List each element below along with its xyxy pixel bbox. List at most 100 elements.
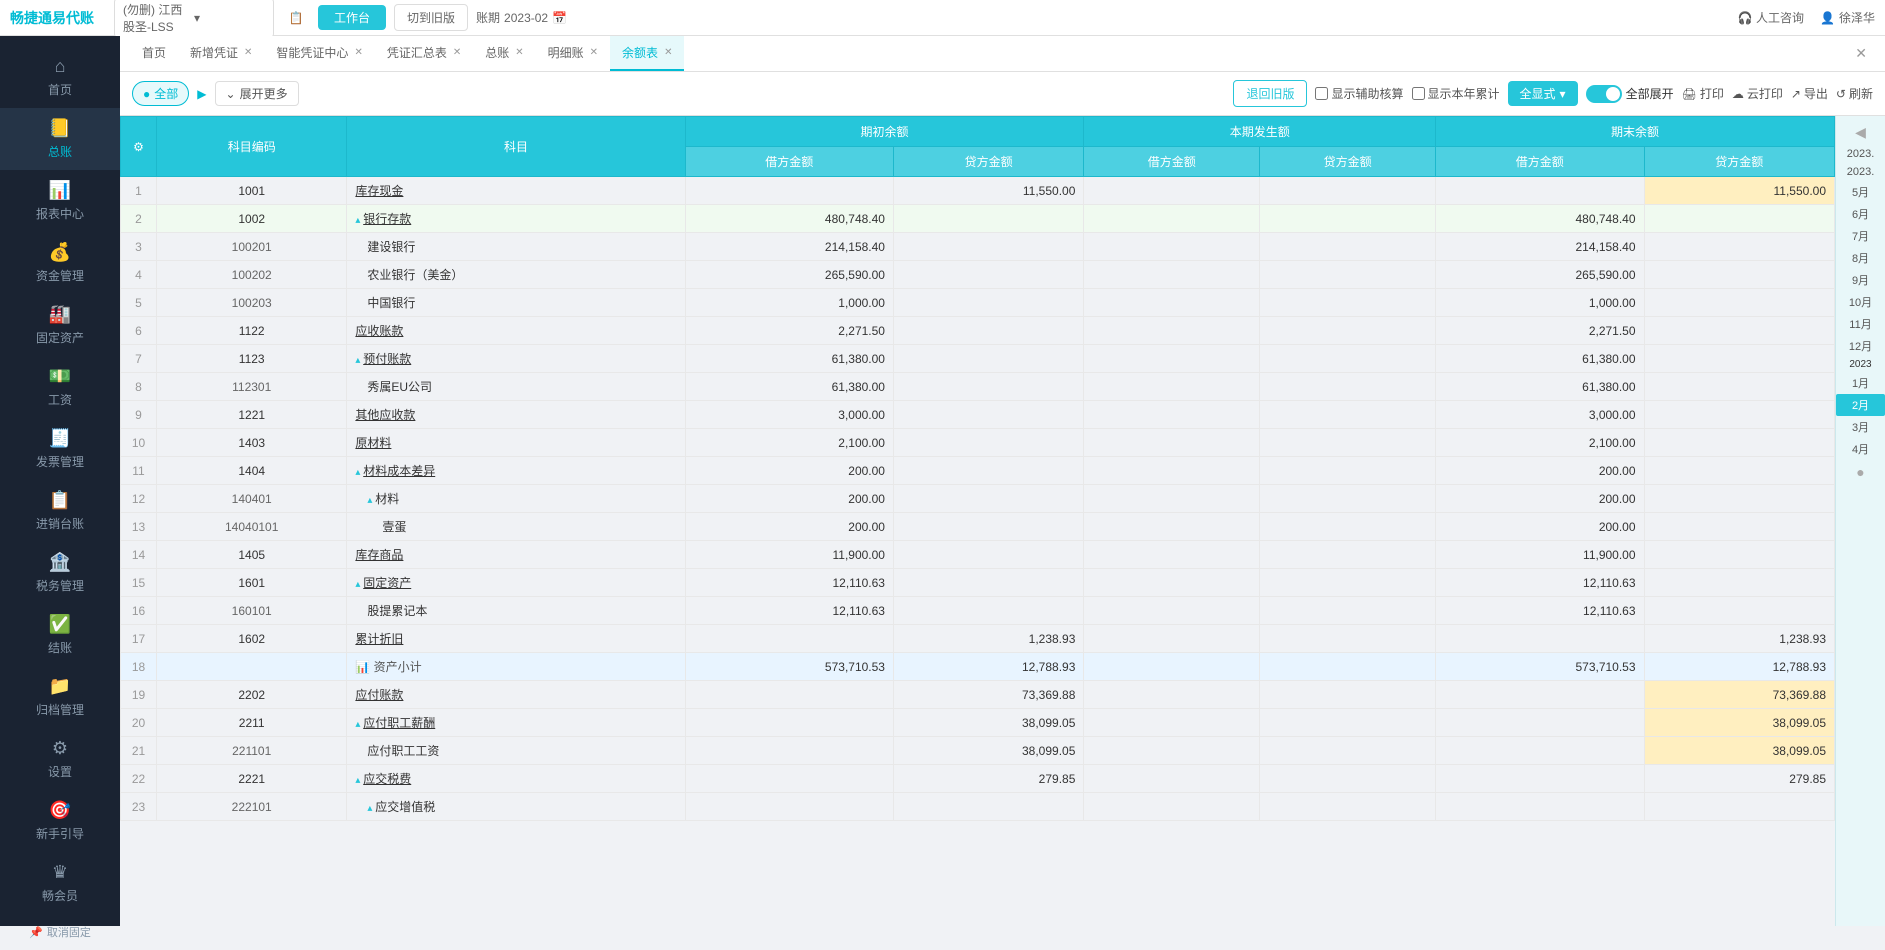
- cloud-print-button[interactable]: ☁ 云打印: [1732, 85, 1783, 102]
- month-11[interactable]: 11月: [1836, 313, 1885, 335]
- return-old-button[interactable]: 退回旧版: [1233, 80, 1307, 107]
- opening-debit: 1,000.00: [685, 289, 893, 317]
- account-name[interactable]: ▴ 应交增值税: [347, 793, 685, 821]
- month-5[interactable]: 5月: [1836, 181, 1885, 203]
- tab-new-voucher[interactable]: 新增凭证 ✕: [178, 36, 264, 71]
- tab-detail[interactable]: 明细账 ✕: [536, 36, 610, 71]
- name-col-header: 科目: [347, 117, 685, 177]
- account-name[interactable]: 建设银行: [347, 233, 685, 261]
- right-panel-expand[interactable]: ◀: [1851, 120, 1870, 145]
- tab-home[interactable]: 首页: [130, 36, 178, 71]
- calendar-icon[interactable]: 📅: [552, 11, 567, 25]
- tab-balance[interactable]: 余额表 ✕: [610, 36, 684, 71]
- month-12[interactable]: 12月: [1836, 335, 1885, 357]
- current-debit: [1084, 373, 1260, 401]
- settings-col-header[interactable]: ⚙: [121, 117, 157, 177]
- close-detail[interactable]: ✕: [590, 47, 598, 58]
- account-name[interactable]: 应收账款: [347, 317, 685, 345]
- account-name[interactable]: ▴ 应交税费: [347, 765, 685, 793]
- account-name[interactable]: ▴ 银行存款: [347, 205, 685, 233]
- month-7[interactable]: 7月: [1836, 225, 1885, 247]
- closing-debit-header: 借方金额: [1436, 147, 1644, 177]
- company-selector[interactable]: (勿删) 江西股圣-LSS ▾: [114, 0, 274, 38]
- account-name[interactable]: 中国银行: [347, 289, 685, 317]
- filter-all-button[interactable]: ● 全部: [132, 81, 189, 106]
- close-new-voucher[interactable]: ✕: [244, 47, 252, 58]
- account-name[interactable]: ▴ 材料: [347, 485, 685, 513]
- show-ytd-checkbox[interactable]: 显示本年累计: [1412, 85, 1500, 102]
- sidebar-item-reports[interactable]: 📊 报表中心: [0, 170, 120, 232]
- month-10[interactable]: 10月: [1836, 291, 1885, 313]
- unpin-button[interactable]: 📌 取消固定: [0, 914, 120, 950]
- workbench-button[interactable]: 工作台: [318, 5, 386, 30]
- user-info[interactable]: 👤 徐泽华: [1820, 9, 1875, 26]
- expand-more-button[interactable]: ⌄ 展开更多: [215, 81, 299, 106]
- month-3[interactable]: 3月: [1836, 416, 1885, 438]
- sidebar-item-home[interactable]: ⌂ 首页: [0, 46, 120, 108]
- export-button[interactable]: ↗ 导出: [1791, 85, 1828, 102]
- sidebar-item-member[interactable]: ♛ 畅会员: [0, 852, 120, 914]
- sidebar-item-tax[interactable]: 🏦 税务管理: [0, 542, 120, 604]
- sidebar-item-ledger[interactable]: 📒 总账: [0, 108, 120, 170]
- account-name[interactable]: 应付职工工资: [347, 737, 685, 765]
- app-logo: 畅捷通易代账: [10, 8, 94, 28]
- tab-smart-voucher[interactable]: 智能凭证中心 ✕: [264, 36, 374, 71]
- account-name[interactable]: 库存商品: [347, 541, 685, 569]
- account-name[interactable]: 壹蛋: [347, 513, 685, 541]
- sidebar-item-settings[interactable]: ⚙ 设置: [0, 728, 120, 790]
- current-debit: [1084, 541, 1260, 569]
- toggle-control[interactable]: [1586, 85, 1622, 103]
- month-8[interactable]: 8月: [1836, 247, 1885, 269]
- table-row: 61122应收账款2,271.502,271.50: [121, 317, 1835, 345]
- tab-ledger[interactable]: 总账 ✕: [473, 36, 535, 71]
- close-ledger[interactable]: ✕: [515, 47, 523, 58]
- account-name[interactable]: ▴ 应付职工薪酬: [347, 709, 685, 737]
- sidebar-item-sales[interactable]: 📋 进销台账: [0, 480, 120, 542]
- sidebar-item-closing[interactable]: ✅ 结账: [0, 604, 120, 666]
- consult-link[interactable]: 🎧 人工咨询: [1738, 9, 1804, 26]
- month-1[interactable]: 1月: [1836, 372, 1885, 394]
- account-name[interactable]: 股提累记本: [347, 597, 685, 625]
- closing-debit: 214,158.40: [1436, 233, 1644, 261]
- tab-voucher-summary[interactable]: 凭证汇总表 ✕: [375, 36, 473, 71]
- account-name[interactable]: 库存现金: [347, 177, 685, 205]
- right-panel-collapse[interactable]: ●: [1852, 460, 1868, 484]
- switch-button[interactable]: 切到旧版: [394, 4, 468, 31]
- account-name[interactable]: 应付账款: [347, 681, 685, 709]
- current-debit: [1084, 765, 1260, 793]
- account-name[interactable]: 累计折旧: [347, 625, 685, 653]
- close-voucher-summary[interactable]: ✕: [453, 47, 461, 58]
- account-name[interactable]: 其他应收款: [347, 401, 685, 429]
- opening-debit: 12,110.63: [685, 597, 893, 625]
- account-name[interactable]: ▴ 固定资产: [347, 569, 685, 597]
- account-name[interactable]: 农业银行（美金）: [347, 261, 685, 289]
- account-name[interactable]: 原材料: [347, 429, 685, 457]
- copy-icon[interactable]: 📋: [284, 6, 308, 30]
- sidebar-item-archive[interactable]: 📁 归档管理: [0, 666, 120, 728]
- account-name[interactable]: ▴ 预付账款: [347, 345, 685, 373]
- month-4[interactable]: 4月: [1836, 438, 1885, 460]
- closing-credit-header: 贷方金额: [1644, 147, 1834, 177]
- show-aux-checkbox[interactable]: 显示辅助核算: [1315, 85, 1403, 102]
- account-code: 160101: [157, 597, 347, 625]
- sidebar-item-guide[interactable]: 🎯 新手引导: [0, 790, 120, 852]
- close-smart-voucher[interactable]: ✕: [354, 47, 362, 58]
- print-button[interactable]: 🖨 打印: [1682, 85, 1724, 102]
- close-balance[interactable]: ✕: [664, 47, 672, 58]
- table-row: 3100201建设银行214,158.40214,158.40: [121, 233, 1835, 261]
- sidebar-item-assets[interactable]: 🏭 固定资产: [0, 294, 120, 356]
- account-name[interactable]: ▴ 材料成本差异: [347, 457, 685, 485]
- month-6[interactable]: 6月: [1836, 203, 1885, 225]
- month-9[interactable]: 9月: [1836, 269, 1885, 291]
- full-expand-toggle[interactable]: 全部展开: [1586, 85, 1674, 103]
- account-name[interactable]: 秀属EU公司: [347, 373, 685, 401]
- month-2[interactable]: 2月: [1836, 394, 1885, 416]
- refresh-button[interactable]: ↺ 刷新: [1836, 85, 1873, 102]
- sidebar-item-payroll[interactable]: 💵 工资: [0, 356, 120, 418]
- dropdown-arrow-icon: ▾: [1560, 87, 1566, 101]
- closing-debit: 200.00: [1436, 485, 1644, 513]
- sidebar-item-invoices[interactable]: 🧾 发票管理: [0, 418, 120, 480]
- sidebar-item-funds[interactable]: 💰 资金管理: [0, 232, 120, 294]
- close-all-tabs[interactable]: ✕: [1847, 45, 1875, 62]
- full-style-button[interactable]: 全显式 ▾: [1508, 81, 1578, 106]
